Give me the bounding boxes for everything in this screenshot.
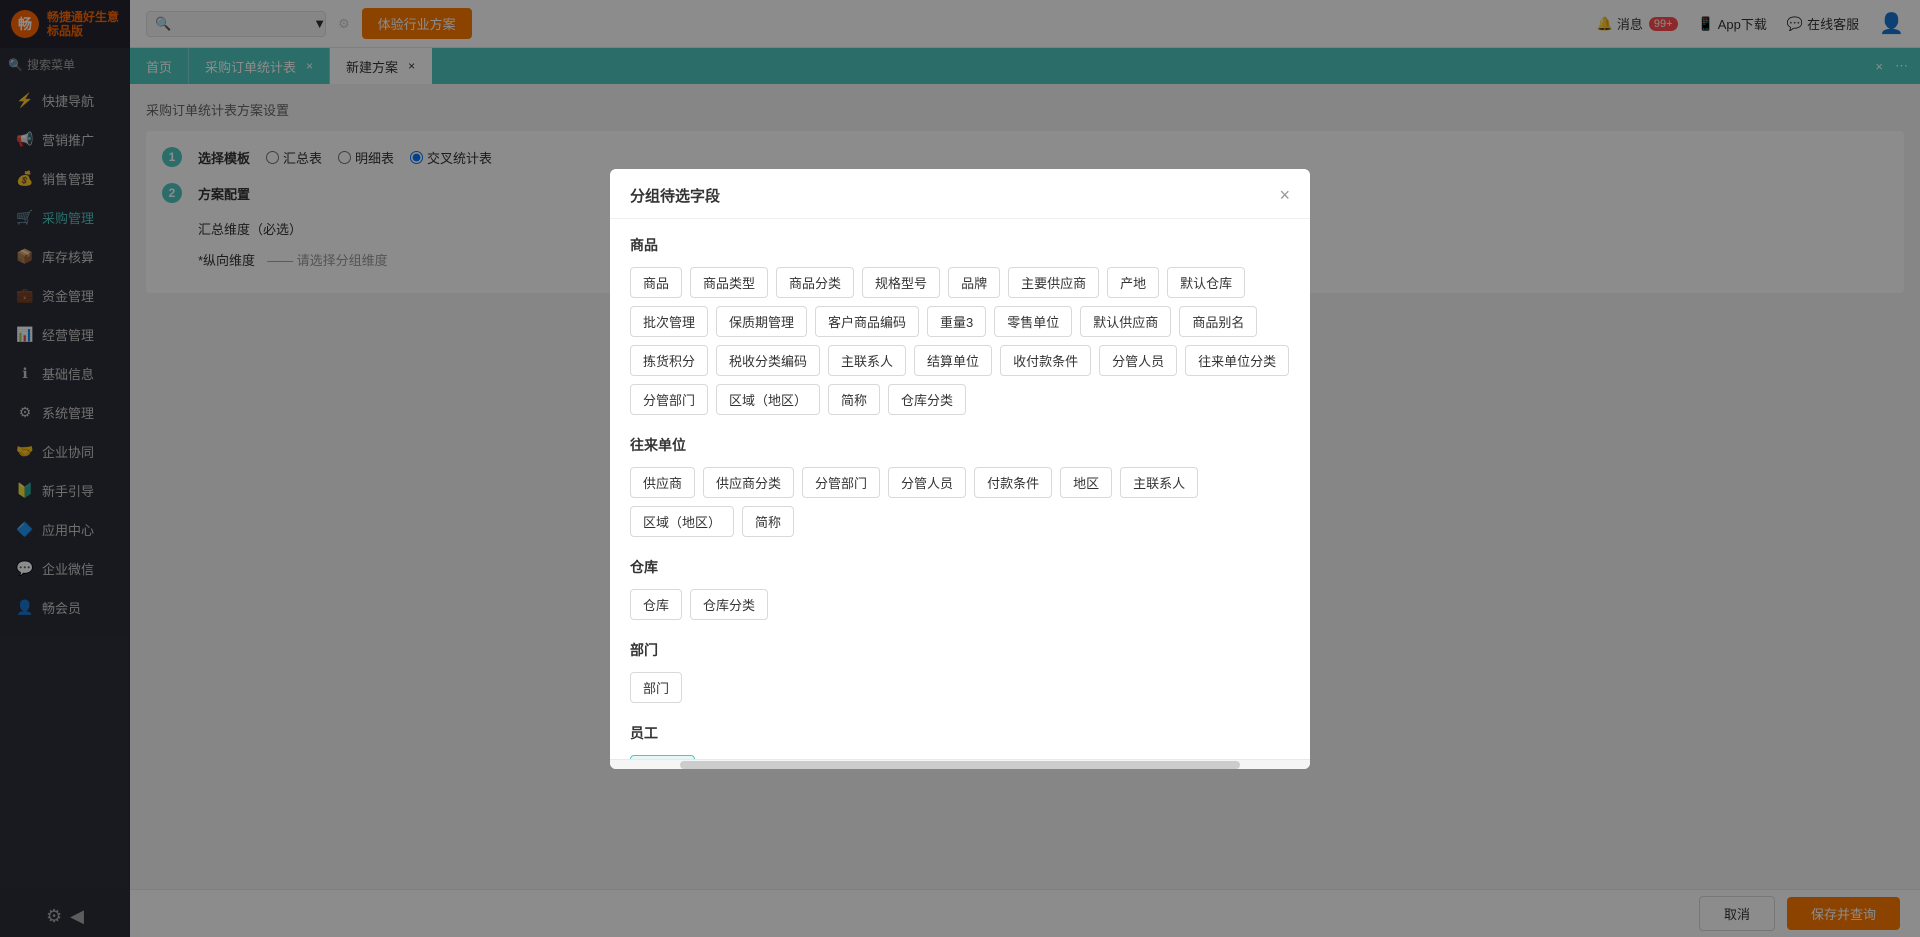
tag-dept2[interactable]: 部门 [630,672,682,703]
modal-section-warehouse: 仓库仓库仓库分类 [630,557,1290,620]
tag-pickup-points[interactable]: 拣货积分 [630,345,708,376]
modal-section-department: 部门部门 [630,640,1290,703]
tag-source-unit-category[interactable]: 往来单位分类 [1185,345,1289,376]
tag-main-contact[interactable]: 主联系人 [828,345,906,376]
section-title-goods: 商品 [630,235,1290,255]
tag-wh-category[interactable]: 仓库分类 [690,589,768,620]
modal: 分组待选字段 × 商品商品商品类型商品分类规格型号品牌主要供应商产地默认仓库批次… [610,169,1310,769]
tag-batch-mgmt[interactable]: 批次管理 [630,306,708,337]
modal-close-button[interactable]: × [1279,185,1290,206]
tag-wh[interactable]: 仓库 [630,589,682,620]
tag-supplier-category[interactable]: 供应商分类 [703,467,794,498]
tag-goods[interactable]: 商品 [630,267,682,298]
tag-customer-goods-code[interactable]: 客户商品编码 [815,306,919,337]
section-title-counterparty: 往来单位 [630,435,1290,455]
section-title-warehouse: 仓库 [630,557,1290,577]
tag-main-supplier[interactable]: 主要供应商 [1008,267,1099,298]
tag-main-contact2[interactable]: 主联系人 [1120,467,1198,498]
tag-dept-in-charge[interactable]: 分管部门 [630,384,708,415]
tag-warehouse-category[interactable]: 仓库分类 [888,384,966,415]
tag-dept[interactable]: 分管部门 [802,467,880,498]
modal-body[interactable]: 商品商品商品类型商品分类规格型号品牌主要供应商产地默认仓库批次管理保质期管理客户… [610,219,1310,759]
tag-region2[interactable]: 区域（地区） [630,506,734,537]
tag-retail-unit[interactable]: 零售单位 [994,306,1072,337]
tag-manager[interactable]: 分管人员 [1099,345,1177,376]
tag-shelf-life-mgmt[interactable]: 保质期管理 [716,306,807,337]
tag-supplier[interactable]: 供应商 [630,467,695,498]
tag-payment-cond[interactable]: 付款条件 [974,467,1052,498]
tag-tax-category-code[interactable]: 税收分类编码 [716,345,820,376]
tag-spec-type[interactable]: 规格型号 [862,267,940,298]
overlay: 分组待选字段 × 商品商品商品类型商品分类规格型号品牌主要供应商产地默认仓库批次… [0,0,1920,937]
modal-section-staff: 员工业务员 [630,723,1290,759]
tags-grid-goods: 商品商品类型商品分类规格型号品牌主要供应商产地默认仓库批次管理保质期管理客户商品… [630,267,1290,415]
tag-short-name[interactable]: 简称 [828,384,880,415]
tag-default-warehouse[interactable]: 默认仓库 [1167,267,1245,298]
tags-grid-warehouse: 仓库仓库分类 [630,589,1290,620]
tag-goods-type[interactable]: 商品类型 [690,267,768,298]
tags-grid-counterparty: 供应商供应商分类分管部门分管人员付款条件地区主联系人区域（地区） 简称 [630,467,1290,537]
tag-origin[interactable]: 产地 [1107,267,1159,298]
tag-region[interactable]: 区域（地区） [716,384,820,415]
section-title-department: 部门 [630,640,1290,660]
tag-payment-terms[interactable]: 收付款条件 [1000,345,1091,376]
tag-goods-alias[interactable]: 商品别名 [1179,306,1257,337]
modal-horizontal-scrollbar[interactable] [610,759,1310,769]
tag-dept-person[interactable]: 分管人员 [888,467,966,498]
modal-section-goods: 商品商品商品类型商品分类规格型号品牌主要供应商产地默认仓库批次管理保质期管理客户… [630,235,1290,415]
section-title-staff: 员工 [630,723,1290,743]
tag-short-name2[interactable]: 简称 [742,506,794,537]
tag-brand[interactable]: 品牌 [948,267,1000,298]
modal-title: 分组待选字段 [630,185,720,206]
modal-header: 分组待选字段 × [610,169,1310,219]
tag-weight3[interactable]: 重量3 [927,306,986,337]
tag-settlement-unit[interactable]: 结算单位 [914,345,992,376]
tag-area[interactable]: 地区 [1060,467,1112,498]
modal-section-counterparty: 往来单位供应商供应商分类分管部门分管人员付款条件地区主联系人区域（地区） 简称 [630,435,1290,537]
tag-goods-category[interactable]: 商品分类 [776,267,854,298]
tag-default-supplier[interactable]: 默认供应商 [1080,306,1171,337]
tags-grid-department: 部门 [630,672,1290,703]
